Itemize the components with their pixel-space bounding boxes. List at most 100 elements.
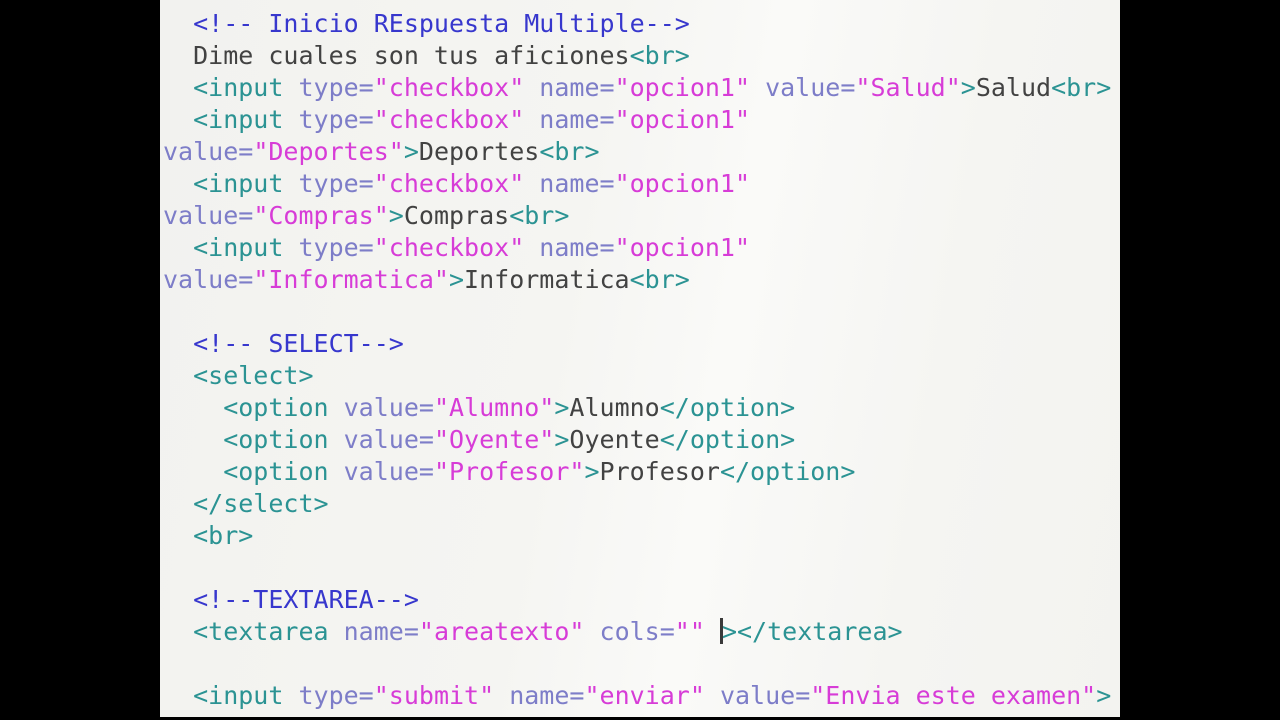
code-token-tag: </option> bbox=[719, 457, 856, 486]
code-token-tag: <select> bbox=[163, 361, 314, 390]
code-line: <!--TEXTAREA--> bbox=[163, 584, 1120, 616]
code-token-tag: </option> bbox=[659, 393, 796, 422]
code-token-attr: type= bbox=[298, 73, 374, 102]
code-line: <input type="checkbox" name="opcion1" va… bbox=[163, 72, 1120, 104]
code-token-tag: <option bbox=[163, 393, 344, 422]
code-token-value: "checkbox" bbox=[373, 169, 525, 198]
code-token-attr: value= bbox=[343, 457, 434, 486]
code-token-tag: </select> bbox=[163, 489, 329, 518]
code-token-tag: <br> bbox=[629, 265, 690, 294]
code-token-tag: <br> bbox=[1051, 73, 1112, 102]
code-line: <!-- Inicio REspuesta Multiple--> bbox=[163, 8, 1120, 40]
code-token-value: "opcion1" bbox=[614, 233, 751, 262]
code-token-text: Alumno bbox=[569, 393, 660, 422]
code-token-tag: <input bbox=[163, 105, 299, 134]
code-token-value: "Alumno" bbox=[433, 393, 555, 422]
code-token-attr: name= bbox=[524, 169, 615, 198]
code-token-value: "Envia este examen" bbox=[810, 681, 1097, 710]
code-token-value: "opcion1" bbox=[614, 73, 751, 102]
code-token-attr: value= bbox=[163, 201, 254, 230]
code-token-tag: > bbox=[554, 425, 570, 454]
code-token-attr: type= bbox=[298, 105, 374, 134]
code-token-text: Oyente bbox=[569, 425, 660, 454]
code-line: value="Informatica">Informatica<br> bbox=[163, 264, 1120, 296]
code-token-attr: value= bbox=[343, 425, 434, 454]
code-token-tag: <br> bbox=[163, 521, 254, 550]
code-token-value: "Compras" bbox=[253, 201, 389, 230]
code-line: Dime cuales son tus aficiones<br> bbox=[163, 40, 1120, 72]
code-token-value: "submit" bbox=[373, 681, 495, 710]
code-token-value: "checkbox" bbox=[373, 73, 525, 102]
code-line: <br> bbox=[163, 520, 1120, 552]
code-token-attr: value= bbox=[704, 681, 811, 710]
code-token-value: "checkbox" bbox=[373, 233, 525, 262]
code-line: <input type="submit" name="enviar" value… bbox=[163, 680, 1120, 712]
code-token-tag: <input bbox=[163, 73, 299, 102]
code-token-tag: <br> bbox=[539, 137, 600, 166]
code-token-value: "opcion1" bbox=[614, 105, 751, 134]
code-line: <input type="checkbox" name="opcion1" bbox=[163, 168, 1120, 200]
code-token-comment: <!-- SELECT--> bbox=[163, 329, 404, 358]
code-token-value: "Informatica" bbox=[253, 265, 449, 294]
video-frame: <!-- Inicio REspuesta Multiple--> Dime c… bbox=[0, 0, 1280, 720]
code-token-value: "Deportes" bbox=[253, 137, 404, 166]
code-token-value: "Salud" bbox=[855, 73, 961, 102]
letterbox-left bbox=[0, 0, 160, 720]
code-token-tag: <br> bbox=[509, 201, 570, 230]
code-token-attr: name= bbox=[343, 617, 419, 646]
code-token-value: "areatexto" bbox=[418, 617, 585, 646]
code-line: <option value="Profesor">Profesor</optio… bbox=[163, 456, 1120, 488]
code-line: <!-- SELECT--> bbox=[163, 328, 1120, 360]
code-line: <option value="Oyente">Oyente</option> bbox=[163, 424, 1120, 456]
letterbox-right bbox=[1120, 0, 1280, 720]
code-line: <option value="Alumno">Alumno</option> bbox=[163, 392, 1120, 424]
code-line: <input type="checkbox" name="opcion1" bbox=[163, 104, 1120, 136]
code-lines: <!-- Inicio REspuesta Multiple--> Dime c… bbox=[160, 0, 1120, 712]
code-line: <select> bbox=[163, 360, 1120, 392]
code-line: <textarea name="areatexto" cols="" ></te… bbox=[163, 616, 1120, 648]
code-token-attr: type= bbox=[298, 169, 374, 198]
code-token-tag: ></textarea> bbox=[721, 617, 903, 646]
code-token-attr: value= bbox=[343, 393, 434, 422]
code-token-text: Deportes bbox=[418, 137, 540, 166]
code-token-attr: value= bbox=[750, 73, 856, 102]
code-line: value="Deportes">Deportes<br> bbox=[163, 136, 1120, 168]
code-token-value: "opcion1" bbox=[614, 169, 751, 198]
code-token-tag: > bbox=[448, 265, 465, 294]
code-token-tag: > bbox=[403, 137, 419, 166]
code-token-attr: type= bbox=[298, 681, 374, 710]
code-token-attr: type= bbox=[298, 233, 374, 262]
code-token-comment: <!--TEXTAREA--> bbox=[163, 585, 419, 614]
code-line: </select> bbox=[163, 488, 1120, 520]
code-token-tag: <input bbox=[163, 233, 299, 262]
code-token-comment: <!-- Inicio REspuesta Multiple--> bbox=[163, 9, 690, 38]
code-token-tag: <input bbox=[163, 169, 299, 198]
code-token-attr: name= bbox=[524, 105, 615, 134]
code-editor-surface[interactable]: <!-- Inicio REspuesta Multiple--> Dime c… bbox=[160, 0, 1120, 720]
code-token-text: Compras bbox=[403, 201, 510, 230]
code-token-value: "Profesor" bbox=[433, 457, 585, 486]
code-token-attr: name= bbox=[524, 73, 615, 102]
code-token-tag: <input bbox=[163, 681, 299, 710]
code-token-tag: > bbox=[960, 73, 976, 102]
code-token-tag: > bbox=[1096, 681, 1112, 710]
code-token-text: Informatica bbox=[464, 265, 630, 294]
code-token-tag: <br> bbox=[629, 41, 690, 70]
code-token-tag: > bbox=[388, 201, 404, 230]
code-token-value: "checkbox" bbox=[373, 105, 525, 134]
code-token-attr: cols= bbox=[584, 617, 675, 646]
code-token-tag: <option bbox=[163, 457, 344, 486]
code-token-tag: > bbox=[554, 393, 570, 422]
code-token-tag: > bbox=[584, 457, 600, 486]
code-token-attr: value= bbox=[163, 265, 254, 294]
code-token-value: "enviar" bbox=[584, 681, 705, 710]
code-token-text: Dime cuales son tus aficiones bbox=[163, 41, 630, 70]
code-token-attr: name= bbox=[494, 681, 585, 710]
code-token-tag: <textarea bbox=[163, 617, 344, 646]
code-token-value: "" bbox=[674, 617, 705, 646]
code-token-attr: name= bbox=[524, 233, 615, 262]
